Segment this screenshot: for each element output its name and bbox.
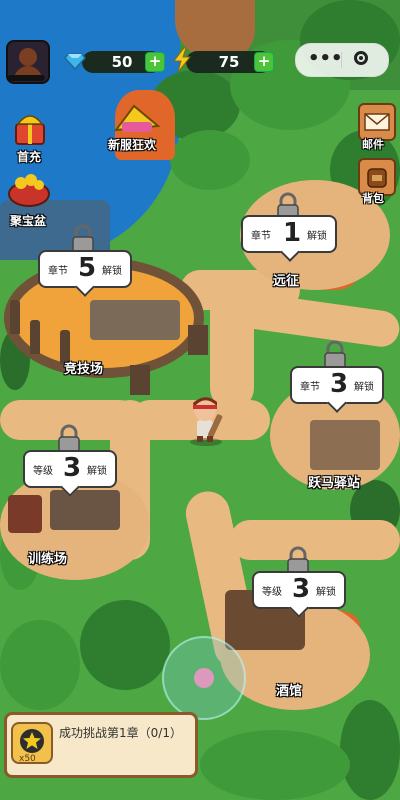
level-bar: [7, 75, 45, 81]
hero-character[interactable]: [183, 394, 229, 446]
training-barrel: [8, 495, 42, 533]
treasure-bowl-icon[interactable]: [6, 168, 52, 208]
post-station[interactable]: [310, 420, 380, 470]
close-miniprogram-icon[interactable]: [354, 51, 368, 65]
torch: [188, 325, 208, 355]
unlock-text: 解锁: [354, 382, 374, 393]
reward-amount: x50: [19, 754, 36, 764]
arena-lock-card[interactable]: 章节 5 解锁: [38, 250, 132, 297]
energy-count: 75: [218, 53, 240, 71]
tree: [340, 700, 400, 800]
joystick-knob[interactable]: [194, 668, 214, 688]
backpack-label: 背包: [362, 192, 384, 205]
lock-condition-type: 等级: [33, 466, 53, 477]
lightning-icon: [172, 48, 192, 72]
lock-condition-type: 章节: [300, 382, 320, 393]
miniprogram-capsule: •••: [295, 43, 389, 77]
tree: [200, 730, 350, 800]
treasure-bowl-label: 聚宝盆: [10, 214, 47, 228]
tree: [0, 620, 80, 710]
capsule-divider: [341, 52, 342, 68]
tree: [170, 130, 250, 190]
first-charge-gift-icon[interactable]: [10, 108, 50, 148]
torch: [130, 365, 150, 395]
arena-fence: [30, 320, 40, 354]
tavern-lock-card[interactable]: 等级 3 解锁: [252, 571, 346, 618]
training-ground-lock-card[interactable]: 等级 3 解锁: [23, 450, 117, 497]
lock-condition-type: 章节: [48, 266, 68, 277]
avatar-head: [19, 48, 37, 66]
quest-description: 成功挑战第1章（0/1）: [59, 726, 182, 740]
tavern-label: 酒馆: [276, 684, 303, 699]
new-server-event-icon[interactable]: [112, 100, 162, 140]
training-ground-label: 训练场: [28, 552, 68, 567]
unlock-text: 解锁: [102, 266, 122, 277]
mail-label: 邮件: [362, 138, 384, 151]
dirt-path: [230, 520, 400, 560]
virtual-joystick[interactable]: [162, 636, 246, 720]
arena-fence: [10, 300, 20, 334]
add-gems-button[interactable]: +: [145, 52, 165, 72]
unlock-text: 解锁: [307, 231, 327, 242]
lock-condition-type: 章节: [251, 231, 271, 242]
expedition-label: 远征: [273, 274, 300, 289]
gem-count: 50: [111, 53, 133, 71]
unlock-text: 解锁: [316, 587, 336, 598]
more-menu-icon[interactable]: •••: [308, 48, 343, 69]
backpack-icon: [367, 168, 387, 188]
gem-icon: [64, 53, 86, 70]
lock-condition-type: 等级: [262, 587, 282, 598]
first-charge-label: 首充: [17, 150, 42, 164]
training-shed[interactable]: [50, 490, 120, 530]
post-station-lock-card[interactable]: 章节 3 解锁: [290, 366, 384, 413]
post-station-label: 跃马驿站: [308, 476, 361, 491]
arena-label: 竞技场: [64, 362, 104, 377]
quest-panel[interactable]: x50 成功挑战第1章（0/1）: [4, 712, 198, 778]
tree: [80, 600, 170, 690]
add-energy-button[interactable]: +: [254, 52, 274, 72]
arena-gate: [90, 300, 180, 340]
unlock-text: 解锁: [87, 466, 107, 477]
new-server-event-label: 新服狂欢: [108, 138, 157, 152]
expedition-lock-card[interactable]: 章节 1 解锁: [241, 215, 337, 262]
envelope-icon: [364, 113, 390, 131]
